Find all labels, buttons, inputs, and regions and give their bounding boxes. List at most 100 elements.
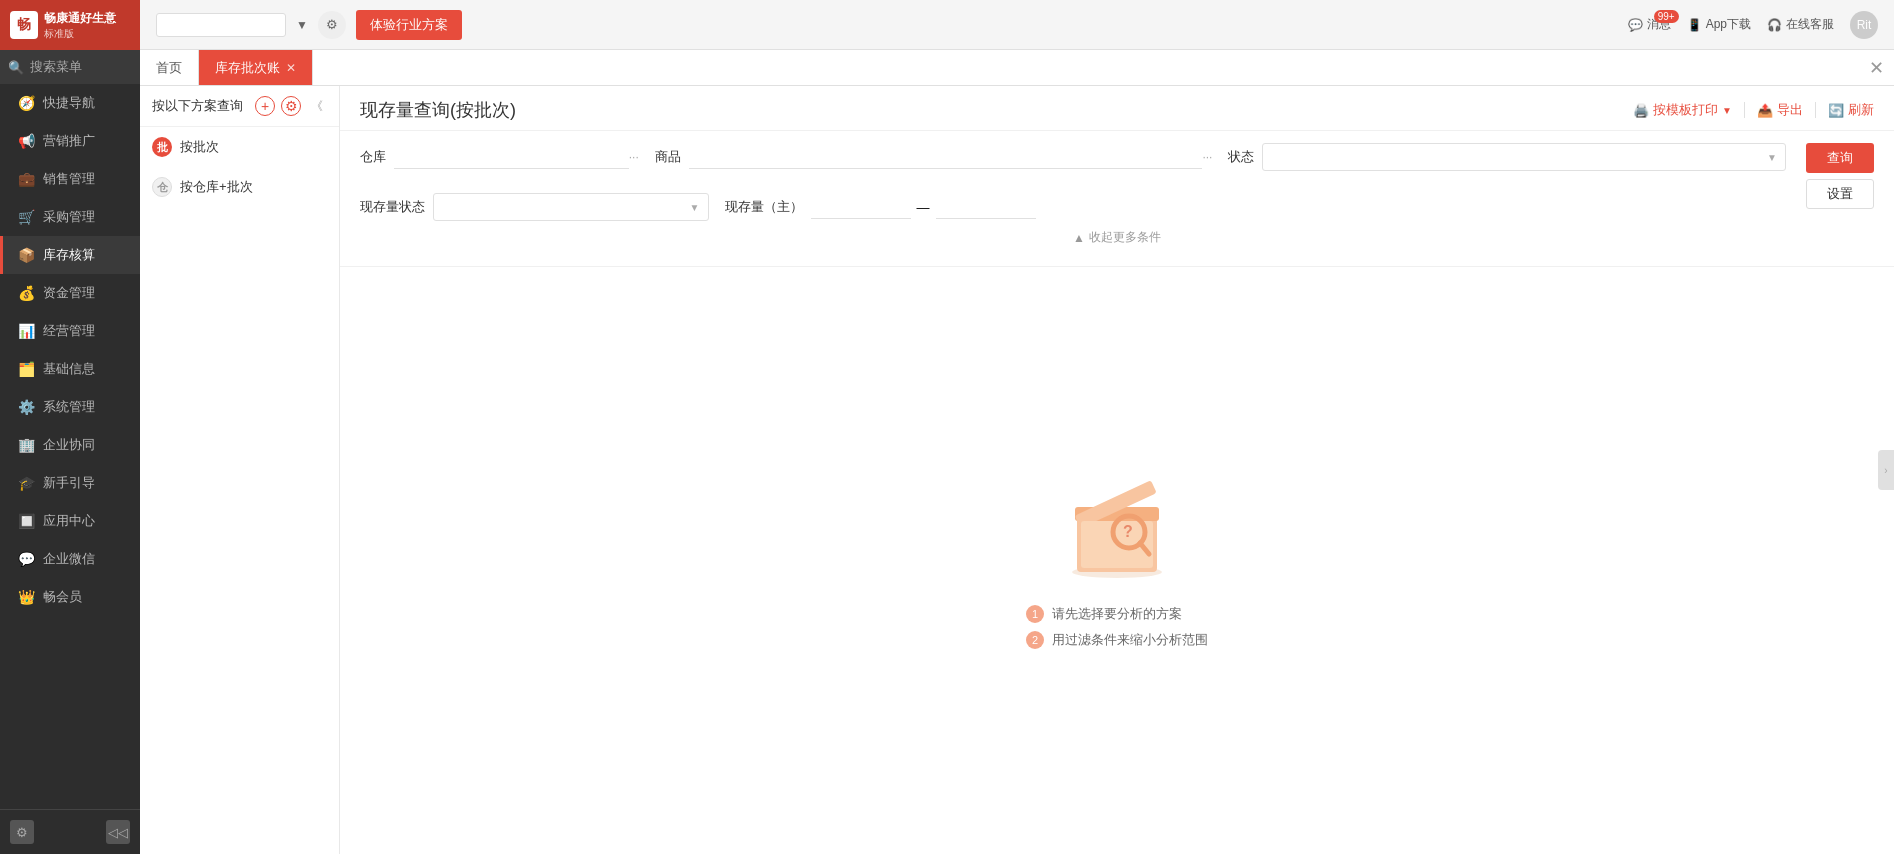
sidebar-item-label: 库存核算 xyxy=(43,246,95,264)
warehouse-more-btn[interactable]: ··· xyxy=(629,150,639,164)
page-header-actions: 🖨️ 按模板打印 ▼ 📤 导出 🔄 刷新 xyxy=(1633,101,1874,119)
member-icon: 👑 xyxy=(17,588,35,606)
page-close-btn[interactable]: ✕ xyxy=(1869,57,1884,79)
company-name: 畅康通好生意 xyxy=(44,10,130,27)
print-btn[interactable]: 🖨️ 按模板打印 ▼ xyxy=(1633,101,1732,119)
messages-btn[interactable]: 💬 消息 99+ xyxy=(1628,16,1671,33)
empty-hint-1: 1 请先选择要分析的方案 xyxy=(1026,605,1208,623)
export-icon: 📤 xyxy=(1757,103,1773,118)
tabbar: 首页 库存批次账 ✕ ✕ xyxy=(140,50,1894,86)
filter-row-1: 仓库 ··· 商品 ··· 状态 xyxy=(360,143,1786,171)
empty-illustration: ? xyxy=(1057,472,1177,585)
user-menu-btn[interactable]: Rit xyxy=(1850,11,1878,39)
sidebar-search[interactable]: 🔍 搜索菜单 xyxy=(0,50,140,84)
sidebar-item-wechat[interactable]: 💬 企业微信 xyxy=(0,540,140,578)
inventory-qty-to[interactable] xyxy=(936,195,1036,219)
warehouse-label: 仓库 xyxy=(360,148,386,166)
topbar-settings-btn[interactable]: ⚙ xyxy=(318,11,346,39)
empty-state: ? 1 请先选择要分析的方案 2 用过滤条件来缩小分析范围 xyxy=(340,267,1894,854)
inventory-qty-from[interactable] xyxy=(811,195,911,219)
sidebar-item-basic[interactable]: 🗂️ 基础信息 xyxy=(0,350,140,388)
app-version: 标准版 xyxy=(44,27,130,41)
scheme-by-batch[interactable]: 批 按批次 xyxy=(140,127,339,167)
inventory-status-field: 现存量状态 ▼ xyxy=(360,193,709,221)
status-field: 状态 ▼ xyxy=(1228,143,1786,171)
scheme-by-warehouse-batch-label: 按仓库+批次 xyxy=(180,178,253,196)
sidebar-nav: 🧭 快捷导航 📢 营销推广 💼 销售管理 🛒 采购管理 📦 库存核算 💰 资金管… xyxy=(0,84,140,809)
topbar-search-input[interactable] xyxy=(165,18,255,32)
sidebar-item-newbie[interactable]: 🎓 新手引导 xyxy=(0,464,140,502)
export-label: 导出 xyxy=(1777,101,1803,119)
scheme-by-batch-label: 按批次 xyxy=(180,138,219,156)
refresh-btn[interactable]: 🔄 刷新 xyxy=(1828,101,1874,119)
inventory-status-select[interactable]: ▼ xyxy=(433,193,709,221)
sidebar-item-system[interactable]: ⚙️ 系统管理 xyxy=(0,388,140,426)
sidebar-item-sales[interactable]: 💼 销售管理 xyxy=(0,160,140,198)
add-scheme-btn[interactable]: + xyxy=(255,96,275,116)
page-title: 现存量查询(按批次) xyxy=(360,98,516,122)
warehouse-input[interactable] xyxy=(394,145,629,169)
left-panel: 按以下方案查询 + ⚙ 《 批 按批次 仓 按仓库+批次 xyxy=(140,86,340,854)
hint-num-1: 1 xyxy=(1026,605,1044,623)
scheme-icon-active: 批 xyxy=(152,137,172,157)
main-area: ▼ ⚙ 体验行业方案 💬 消息 99+ 📱 App下载 🎧 在线客服 Rit xyxy=(140,0,1894,854)
left-panel-title: 按以下方案查询 xyxy=(152,97,243,115)
collapse-label: 收起更多条件 xyxy=(1089,229,1161,246)
trial-industry-btn[interactable]: 体验行业方案 xyxy=(356,10,462,40)
sidebar-item-marketing[interactable]: 📢 营销推广 xyxy=(0,122,140,160)
scheme-settings-btn[interactable]: ⚙ xyxy=(281,96,301,116)
tab-home[interactable]: 首页 xyxy=(140,50,199,85)
sidebar-item-apps[interactable]: 🔲 应用中心 xyxy=(0,502,140,540)
topbar-search-box[interactable] xyxy=(156,13,286,37)
scheme-by-warehouse-batch[interactable]: 仓 按仓库+批次 xyxy=(140,167,339,207)
collapse-more-btn[interactable]: ▲ 收起更多条件 xyxy=(360,221,1874,254)
topbar: ▼ ⚙ 体验行业方案 💬 消息 99+ 📱 App下载 🎧 在线客服 Rit xyxy=(140,0,1894,50)
sidebar-item-finance[interactable]: 💰 资金管理 xyxy=(0,274,140,312)
set-btn[interactable]: 设置 xyxy=(1806,179,1874,209)
sidebar-settings-btn[interactable]: ⚙ xyxy=(10,820,34,844)
print-dropdown-icon[interactable]: ▼ xyxy=(1722,105,1732,116)
avatar-text: Rit xyxy=(1857,18,1872,32)
system-icon: ⚙️ xyxy=(17,398,35,416)
product-more-btn[interactable]: ··· xyxy=(1202,150,1212,164)
quick-nav-icon: 🧭 xyxy=(17,94,35,112)
finance-icon: 💰 xyxy=(17,284,35,302)
sidebar-collapse-btn[interactable]: ◁◁ xyxy=(106,820,130,844)
sales-icon: 💼 xyxy=(17,170,35,188)
enterprise-icon: 🏢 xyxy=(17,436,35,454)
operations-icon: 📊 xyxy=(17,322,35,340)
sidebar-item-enterprise[interactable]: 🏢 企业协同 xyxy=(0,426,140,464)
inventory-status-dropdown-icon: ▼ xyxy=(690,202,700,213)
sidebar-item-label: 企业协同 xyxy=(43,436,95,454)
collapse-arrow-icon: ▲ xyxy=(1073,231,1085,245)
sidebar-item-member[interactable]: 👑 畅会员 xyxy=(0,578,140,616)
right-edge-toggle-btn[interactable]: › xyxy=(1878,450,1894,490)
tab-inventory-batch[interactable]: 库存批次账 ✕ xyxy=(199,50,313,85)
status-select[interactable]: ▼ xyxy=(1262,143,1786,171)
inventory-batch-tab-label: 库存批次账 xyxy=(215,59,280,77)
status-label: 状态 xyxy=(1228,148,1254,166)
sidebar-item-label: 营销推广 xyxy=(43,132,95,150)
divider-1 xyxy=(1744,102,1745,118)
print-label: 按模板打印 xyxy=(1653,101,1718,119)
tab-close-btn[interactable]: ✕ xyxy=(286,61,296,75)
product-input[interactable] xyxy=(689,145,1203,169)
sidebar-item-purchase[interactable]: 🛒 采购管理 xyxy=(0,198,140,236)
hint-text-2: 用过滤条件来缩小分析范围 xyxy=(1052,631,1208,649)
collapse-panel-btn[interactable]: 《 xyxy=(307,96,327,116)
sidebar-item-operations[interactable]: 📊 经营管理 xyxy=(0,312,140,350)
topbar-dropdown-btn[interactable]: ▼ xyxy=(296,18,308,32)
empty-hint-2: 2 用过滤条件来缩小分析范围 xyxy=(1026,631,1208,649)
query-btn[interactable]: 查询 xyxy=(1806,143,1874,173)
inventory-qty-field: 现存量（主） — xyxy=(725,195,1422,219)
sidebar-item-inventory[interactable]: 📦 库存核算 xyxy=(0,236,140,274)
export-btn[interactable]: 📤 导出 xyxy=(1757,101,1803,119)
filter-buttons: 查询 设置 xyxy=(1806,143,1874,209)
headset-icon: 🎧 xyxy=(1767,18,1782,32)
app-download-btn[interactable]: 📱 App下载 xyxy=(1687,16,1751,33)
messages-badge: 99+ xyxy=(1654,10,1679,23)
sidebar-item-quick-nav[interactable]: 🧭 快捷导航 xyxy=(0,84,140,122)
message-icon: 💬 xyxy=(1628,18,1643,32)
scheme-list: 批 按批次 仓 按仓库+批次 xyxy=(140,127,339,854)
online-service-btn[interactable]: 🎧 在线客服 xyxy=(1767,16,1834,33)
